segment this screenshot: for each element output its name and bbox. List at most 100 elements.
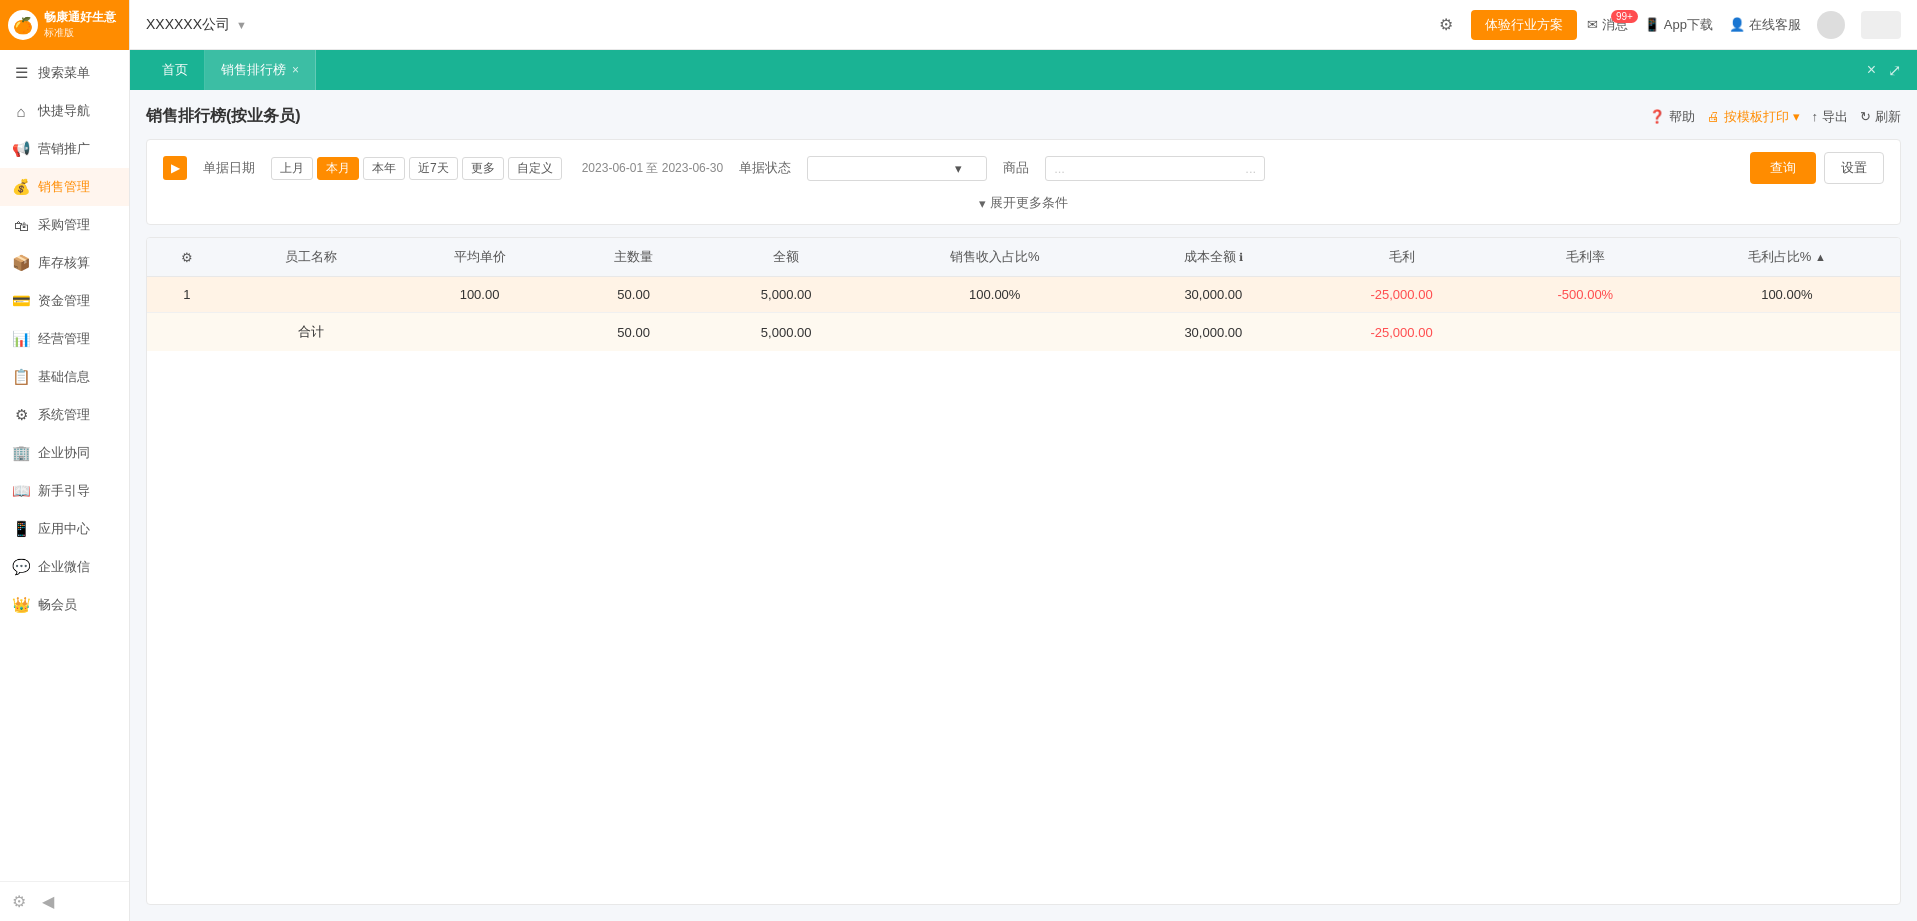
footer-gross-ratio [1674,313,1900,352]
th-employee: 员工名称 [227,238,395,277]
sidebar-item-label-member: 畅会员 [38,596,77,614]
sidebar-item-label-apps: 应用中心 [38,520,90,538]
company-name: XXXXXX公司 [146,16,230,34]
sidebar-item-system[interactable]: ⚙ 系统管理 [0,396,129,434]
sidebar-item-search[interactable]: ☰ 搜索菜单 [0,54,129,92]
export-icon: ↑ [1812,109,1819,124]
query-btn[interactable]: 查询 [1750,152,1816,184]
row-amount: 5,000.00 [703,277,868,313]
logo-icon: 🍊 [8,10,38,40]
sidebar-item-purchase[interactable]: 🛍 采购管理 [0,206,129,244]
page-title: 销售排行榜(按业务员) [146,106,301,127]
sidebar-item-guide[interactable]: 📖 新手引导 [0,472,129,510]
sidebar-item-label-system: 系统管理 [38,406,90,424]
user-name-placeholder [1861,11,1901,39]
basic-info-icon: 📋 [12,368,30,386]
sidebar-item-label-guide: 新手引导 [38,482,90,500]
table-wrap: ⚙ 员工名称 平均单价 主数量 全额 销售收入占比% 成本全额 ℹ 毛利 毛利率… [146,237,1901,905]
sidebar-item-label-enterprise: 企业协同 [38,444,90,462]
th-avg-price: 平均单价 [395,238,563,277]
refresh-icon: ↻ [1860,109,1871,124]
sidebar-item-label-operations: 经营管理 [38,330,90,348]
sidebar-item-label-purchase: 采购管理 [38,216,90,234]
online-service-btn[interactable]: 👤 在线客服 [1729,16,1801,34]
sales-icon: 💰 [12,178,30,196]
th-cost-amount: 成本全额 ℹ [1121,238,1306,277]
settings-icon[interactable]: ⚙ [12,892,26,911]
wechat-icon: 💬 [12,558,30,576]
topbar-right: ✉ 消息 99+ 📱 App下载 👤 在线客服 [1587,11,1901,39]
table-header-row: ⚙ 员工名称 平均单价 主数量 全额 销售收入占比% 成本全额 ℹ 毛利 毛利率… [147,238,1900,277]
refresh-btn[interactable]: ↻ 刷新 [1860,108,1901,126]
export-btn[interactable]: ↑ 导出 [1812,108,1849,126]
date-btn-custom[interactable]: 自定义 [508,157,562,180]
tab-home[interactable]: 首页 [146,50,205,90]
sidebar-item-member[interactable]: 👑 畅会员 [0,586,129,624]
th-settings[interactable]: ⚙ [147,238,227,277]
date-btn-this-year[interactable]: 本年 [363,157,405,180]
avatar[interactable] [1817,11,1845,39]
tab-minimize-icon[interactable]: × [1867,61,1876,80]
template-print-btn[interactable]: 🖨 按模板打印 ▾ [1707,108,1800,126]
service-icon: 👤 [1729,17,1745,32]
filter-settings-btn[interactable]: 设置 [1824,152,1884,184]
filter-row-1: ▶ 单据日期 上月 本月 本年 近7天 更多 自定义 2023-06-01 至 … [163,152,1884,184]
sidebar-item-finance[interactable]: 💳 资金管理 [0,282,129,320]
main-area: XXXXXX公司 ▼ ⚙ 体验行业方案 ✉ 消息 99+ 📱 App下载 👤 在… [130,0,1917,921]
collapse-icon[interactable]: ◀ [42,892,54,911]
guide-icon: 📖 [12,482,30,500]
th-amount: 全额 [703,238,868,277]
table-footer-row: 合计 50.00 5,000.00 30,000.00 -25,000.00 [147,313,1900,352]
row-avg-price: 100.00 [395,277,563,313]
row-gross-profit: -25,000.00 [1306,277,1497,313]
sidebar-item-sales[interactable]: 💰 销售管理 [0,168,129,206]
sidebar: 🍊 畅康通好生意 标准版 ☰ 搜索菜单 ⌂ 快捷导航 📢 营销推广 💰 销售管理… [0,0,130,921]
search-icon: ☰ [12,64,30,82]
footer-avg-price [395,313,563,352]
th-gross-ratio: 毛利占比% ▲ [1674,238,1900,277]
status-select[interactable]: ▾ [807,156,987,181]
app-download-btn[interactable]: 📱 App下载 [1644,16,1713,34]
message-btn[interactable]: ✉ 消息 99+ [1587,16,1628,34]
sidebar-item-inventory[interactable]: 📦 库存核算 [0,244,129,282]
logo-text: 畅康通好生意 标准版 [44,10,116,40]
sidebar-item-wechat[interactable]: 💬 企业微信 [0,548,129,586]
tab-sales-rank[interactable]: 销售排行榜 × [205,50,316,90]
sidebar-item-basic-info[interactable]: 📋 基础信息 [0,358,129,396]
date-btn-this-month[interactable]: 本月 [317,157,359,180]
sidebar-nav: ☰ 搜索菜单 ⌂ 快捷导航 📢 营销推广 💰 销售管理 🛍 采购管理 📦 库存核… [0,50,129,881]
tab-close-icon[interactable]: × [292,63,299,77]
sidebar-item-apps[interactable]: 📱 应用中心 [0,510,129,548]
table-body: 1 100.00 50.00 5,000.00 100.00% 30,000.0… [147,277,1900,313]
help-btn[interactable]: ❓ 帮助 [1649,108,1695,126]
footer-sales-ratio [869,313,1121,352]
expand-more-btn[interactable]: ▾ 展开更多条件 [163,194,1884,212]
sidebar-bottom: ⚙ ◀ [0,881,129,921]
status-filter-label: 单据状态 [739,159,791,177]
row-employee [227,277,395,313]
sidebar-item-operations[interactable]: 📊 经营管理 [0,320,129,358]
row-main-qty: 50.00 [564,277,704,313]
topbar-settings-icon[interactable]: ⚙ [1439,15,1453,34]
page-actions: ❓ 帮助 🖨 按模板打印 ▾ ↑ 导出 ↻ 刷新 [1649,108,1902,126]
sidebar-item-marketing[interactable]: 📢 营销推广 [0,130,129,168]
filter-expand-arrow[interactable]: ▶ [163,156,187,180]
topbar: XXXXXX公司 ▼ ⚙ 体验行业方案 ✉ 消息 99+ 📱 App下载 👤 在… [130,0,1917,50]
sidebar-item-label-sales: 销售管理 [38,178,90,196]
sidebar-item-enterprise[interactable]: 🏢 企业协同 [0,434,129,472]
tab-maximize-icon[interactable]: ⤢ [1888,61,1901,80]
footer-label: 合计 [227,313,395,352]
date-btn-more[interactable]: 更多 [462,157,504,180]
company-selector[interactable]: XXXXXX公司 ▼ [146,16,1429,34]
date-range-display: 2023-06-01 至 2023-06-30 [582,160,723,177]
tabbar-right: × ⤢ [1867,61,1901,80]
goods-select[interactable]: ... ... [1045,156,1265,181]
date-btn-last-month[interactable]: 上月 [271,157,313,180]
trial-btn[interactable]: 体验行业方案 [1471,10,1577,40]
sidebar-item-label-basic-info: 基础信息 [38,368,90,386]
enterprise-icon: 🏢 [12,444,30,462]
footer-gross-margin [1497,313,1674,352]
sidebar-item-quick-nav[interactable]: ⌂ 快捷导航 [0,92,129,130]
date-btn-7days[interactable]: 近7天 [409,157,458,180]
cost-info-icon: ℹ [1239,251,1243,263]
